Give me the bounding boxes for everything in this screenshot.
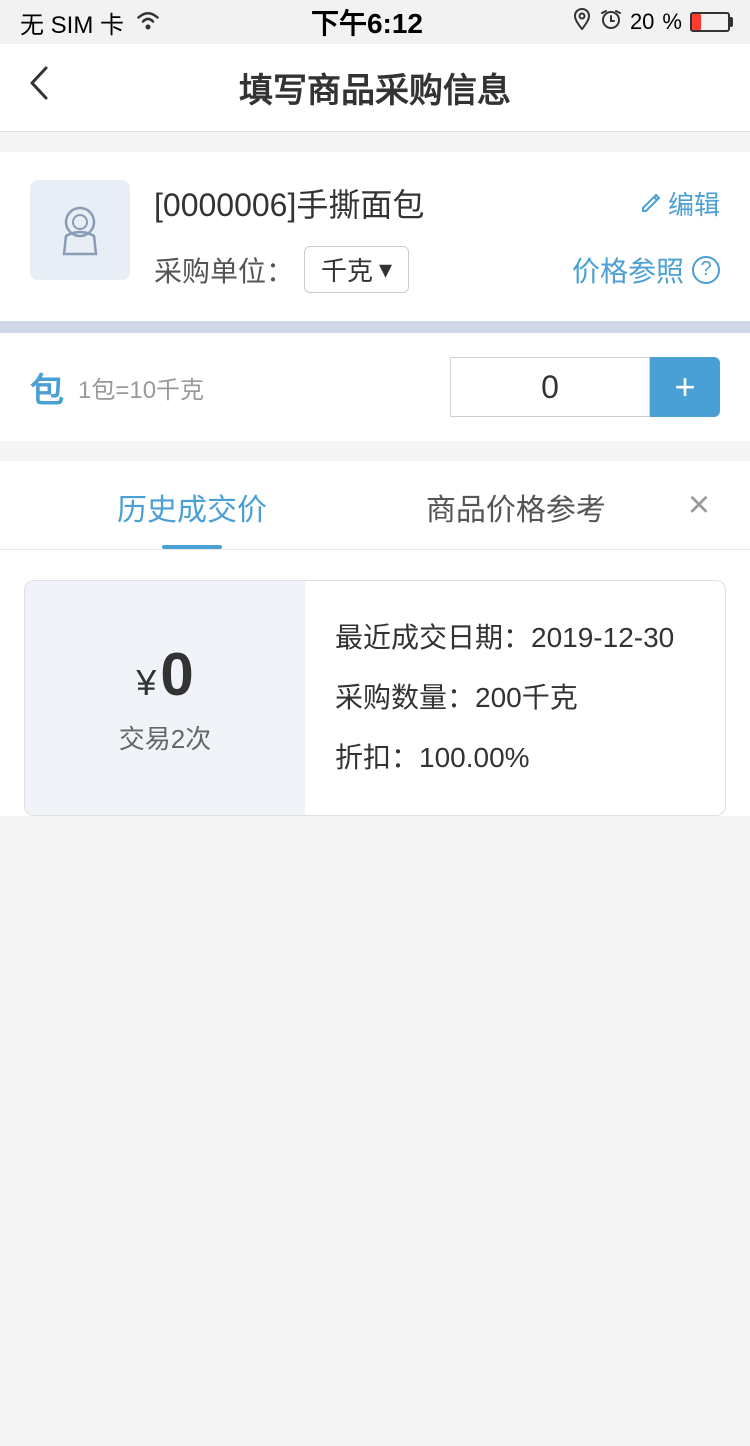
battery-percent: 20 (630, 9, 654, 35)
edit-button[interactable]: 编辑 (640, 185, 720, 222)
help-circle-icon: ? (692, 256, 720, 284)
quantity-input-group: + (450, 357, 720, 417)
status-right: 20% (572, 8, 730, 36)
price-currency: ¥ (136, 662, 156, 703)
price-card: ¥0 交易2次 最近成交日期：2019-12-30 采购数量：200千克 折扣：… (24, 580, 726, 816)
status-left: 无 SIM 卡 (20, 5, 162, 40)
unit-select[interactable]: 千克 ▾ (304, 246, 409, 293)
location-icon (572, 8, 592, 36)
price-ref-button[interactable]: 价格参照 ? (572, 250, 720, 290)
content-area (0, 846, 750, 1446)
edit-label: 编辑 (668, 185, 720, 222)
back-button[interactable] (28, 64, 50, 111)
alarm-icon (600, 8, 622, 36)
price-right: 最近成交日期：2019-12-30 采购数量：200千克 折扣：100.00% (305, 581, 725, 815)
status-bar: 无 SIM 卡 下午6:12 20% (0, 0, 750, 44)
price-ref-label: 价格参照 (572, 250, 684, 290)
price-detail-qty: 采购数量：200千克 (335, 677, 695, 719)
bag-icon: 包 (30, 363, 64, 412)
detail-key-date: 最近成交日期： (335, 622, 531, 653)
product-card: [0000006]手撕面包 编辑 采购单位： 千克 ▾ 价格参照 ? (0, 152, 750, 321)
price-detail-date: 最近成交日期：2019-12-30 (335, 617, 695, 659)
price-amount: ¥0 (136, 640, 193, 709)
bottom-panel: 历史成交价 商品价格参考 × ¥0 交易2次 最近成交日期：2019-12-30… (0, 461, 750, 816)
quantity-label: 包 1包=10千克 (30, 363, 204, 412)
quantity-plus-button[interactable]: + (650, 357, 720, 417)
detail-value-discount: 100.00% (419, 742, 530, 773)
price-detail-discount: 折扣：100.00% (335, 737, 695, 779)
close-button[interactable]: × (678, 476, 720, 534)
product-image (30, 180, 130, 280)
quantity-row: 包 1包=10千克 + (0, 333, 750, 441)
unit-value: 千克 (321, 251, 373, 288)
status-time: 下午6:12 (311, 2, 423, 42)
header: 填写商品采购信息 (0, 44, 750, 132)
tab-product-price[interactable]: 商品价格参考 (354, 461, 678, 549)
dropdown-arrow-icon: ▾ (379, 254, 392, 285)
detail-key-discount: 折扣： (335, 742, 419, 773)
product-info: [0000006]手撕面包 编辑 采购单位： 千克 ▾ 价格参照 ? (154, 180, 720, 293)
wifi-icon (134, 8, 162, 37)
no-sim-text: 无 SIM 卡 (20, 5, 124, 40)
unit-row: 采购单位： 千克 ▾ 价格参照 ? (154, 246, 720, 293)
price-left: ¥0 交易2次 (25, 581, 305, 815)
price-trades: 交易2次 (119, 719, 211, 756)
quantity-input[interactable] (450, 357, 650, 417)
detail-value-date: 2019-12-30 (531, 622, 674, 653)
detail-value-qty: 200千克 (475, 682, 578, 713)
section-divider (0, 321, 750, 333)
qty-conversion: 1包=10千克 (78, 370, 204, 405)
page-title: 填写商品采购信息 (239, 63, 511, 112)
detail-key-qty: 采购数量： (335, 682, 475, 713)
product-name-row: [0000006]手撕面包 编辑 (154, 180, 720, 226)
unit-label: 采购单位： (154, 250, 294, 290)
product-name: [0000006]手撕面包 (154, 180, 424, 226)
tab-bar: 历史成交价 商品价格参考 × (0, 461, 750, 550)
tab-history-price[interactable]: 历史成交价 (30, 461, 354, 549)
battery-icon (690, 12, 730, 32)
